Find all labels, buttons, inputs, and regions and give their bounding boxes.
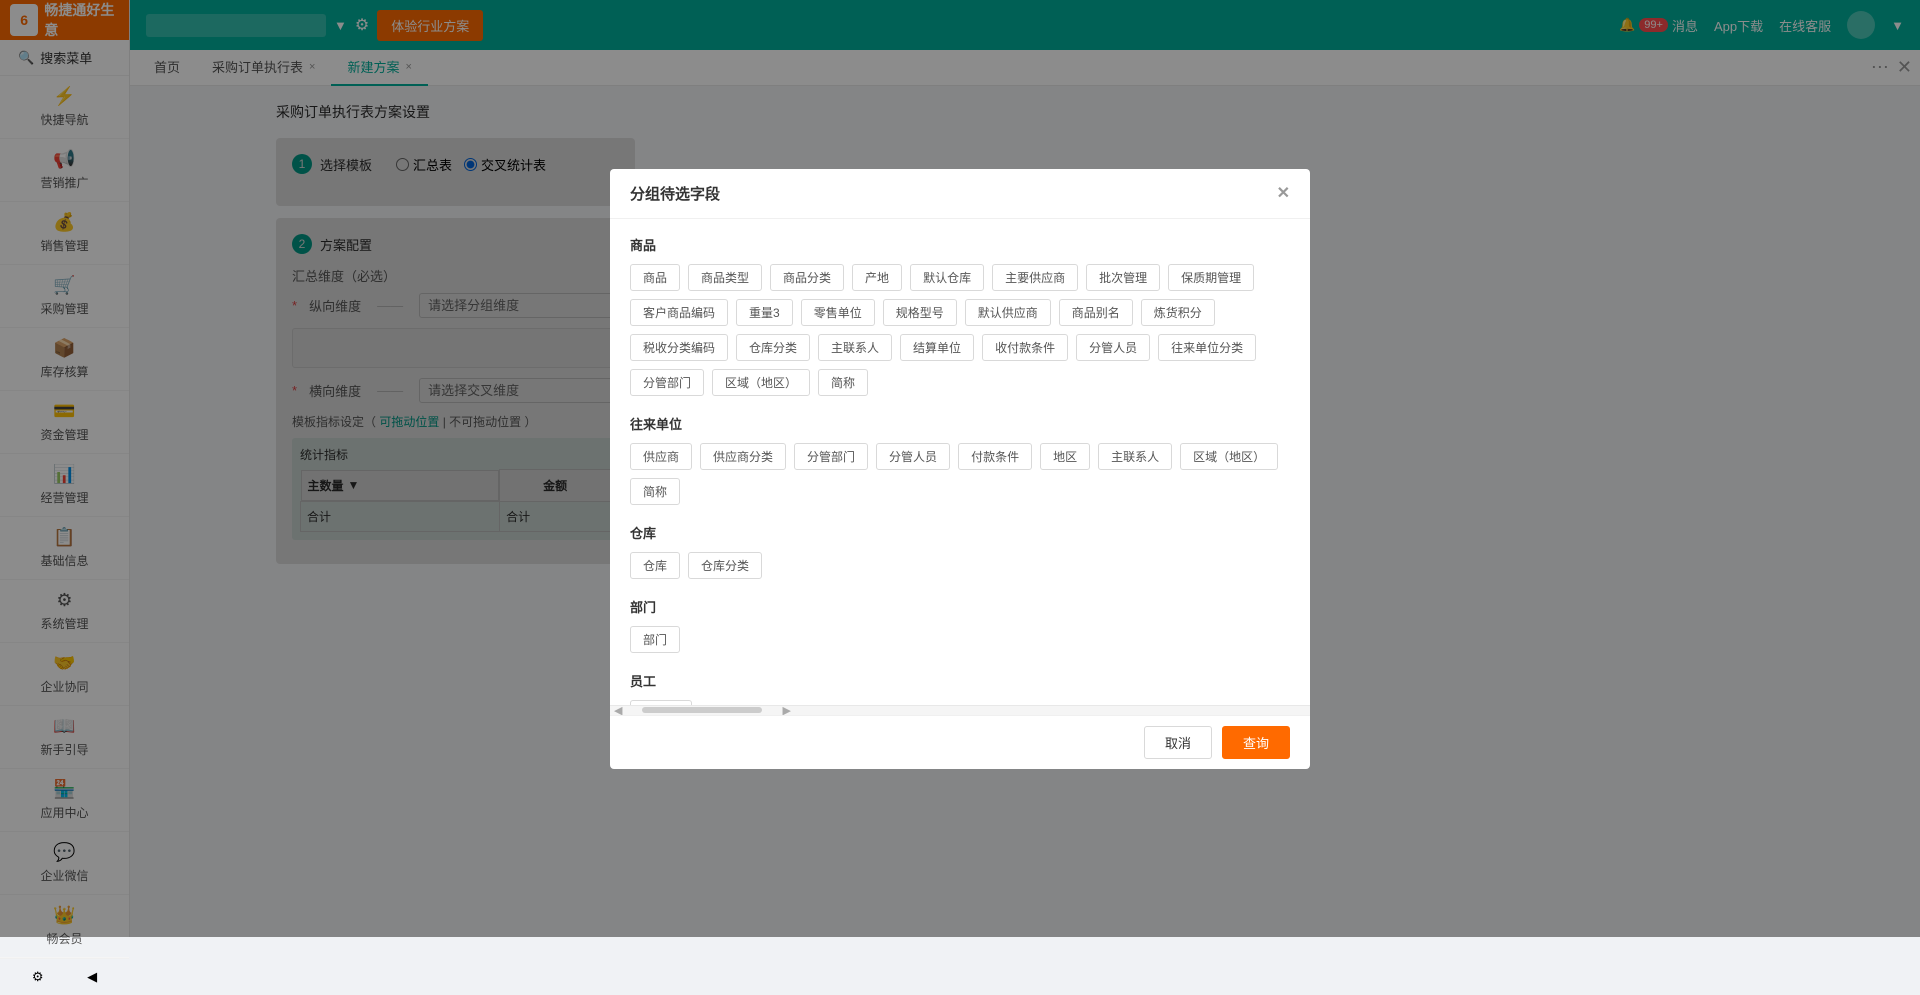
collapse-icon[interactable]: ◀ <box>87 969 97 985</box>
field-tag-primary-contact[interactable]: 主联系人 <box>1098 443 1172 470</box>
field-tag-settlement-unit[interactable]: 结算单位 <box>900 334 974 361</box>
field-tag-supplier[interactable]: 供应商 <box>630 443 692 470</box>
field-tag-refine-points[interactable]: 炼货积分 <box>1141 299 1215 326</box>
field-tag-warehouse-cat[interactable]: 仓库分类 <box>688 552 762 579</box>
field-tag-goods[interactable]: 商品 <box>630 264 680 291</box>
field-tag-tax-code[interactable]: 税收分类编码 <box>630 334 728 361</box>
field-tag-supplier-category[interactable]: 供应商分类 <box>700 443 786 470</box>
modal-overlay: 分组待选字段 ✕ 商品 商品 商品类型 商品分类 产地 默认仓库 主要供应商 批… <box>0 0 1920 937</box>
field-tag-goods-alias[interactable]: 商品别名 <box>1059 299 1133 326</box>
field-tag-spec-model[interactable]: 规格型号 <box>883 299 957 326</box>
field-tag-manager[interactable]: 分管人员 <box>1076 334 1150 361</box>
section-goods: 商品 商品 商品类型 商品分类 产地 默认仓库 主要供应商 批次管理 保质期管理… <box>630 235 1290 396</box>
section-partner-title: 往来单位 <box>630 414 1290 433</box>
field-tag-batch-mgmt[interactable]: 批次管理 <box>1086 264 1160 291</box>
field-tag-area[interactable]: 地区 <box>1040 443 1090 470</box>
field-tag-main-supplier[interactable]: 主要供应商 <box>992 264 1078 291</box>
field-tag-department[interactable]: 部门 <box>630 626 680 653</box>
field-tag-region2[interactable]: 区域（地区） <box>1180 443 1278 470</box>
field-select-modal: 分组待选字段 ✕ 商品 商品 商品类型 商品分类 产地 默认仓库 主要供应商 批… <box>610 169 1310 769</box>
section-warehouse-title: 仓库 <box>630 523 1290 542</box>
settings-bottom-icon[interactable]: ⚙ <box>32 969 44 985</box>
field-tag-payment-conditions[interactable]: 收付款条件 <box>982 334 1068 361</box>
section-department: 部门 部门 <box>630 597 1290 653</box>
sidebar-bottom: ⚙ ◀ <box>0 958 129 995</box>
field-tag-dept[interactable]: 分管部门 <box>630 369 704 396</box>
section-employee-title: 员工 <box>630 671 1290 690</box>
section-department-title: 部门 <box>630 597 1290 616</box>
field-tag-warehouse[interactable]: 仓库 <box>630 552 680 579</box>
field-tag-region[interactable]: 区域（地区） <box>712 369 810 396</box>
modal-header: 分组待选字段 ✕ <box>610 169 1310 219</box>
field-tag-goods-type[interactable]: 商品类型 <box>688 264 762 291</box>
field-tag-abbr[interactable]: 简称 <box>818 369 868 396</box>
modal-body: 商品 商品 商品类型 商品分类 产地 默认仓库 主要供应商 批次管理 保质期管理… <box>610 219 1310 705</box>
field-tag-default-warehouse[interactable]: 默认仓库 <box>910 264 984 291</box>
field-tag-warehouse-category[interactable]: 仓库分类 <box>736 334 810 361</box>
field-tag-origin[interactable]: 产地 <box>852 264 902 291</box>
field-tag-abbr2[interactable]: 简称 <box>630 478 680 505</box>
section-partner: 往来单位 供应商 供应商分类 分管部门 分管人员 付款条件 地区 主联系人 区域… <box>630 414 1290 505</box>
section-goods-tags: 商品 商品类型 商品分类 产地 默认仓库 主要供应商 批次管理 保质期管理 客户… <box>630 264 1290 396</box>
modal-title: 分组待选字段 <box>630 183 720 204</box>
hscroll-thumb[interactable] <box>642 707 762 713</box>
modal-footer: 取消 查询 <box>610 715 1310 769</box>
field-tag-expiry-mgmt[interactable]: 保质期管理 <box>1168 264 1254 291</box>
field-tag-manage-dept[interactable]: 分管部门 <box>794 443 868 470</box>
field-tag-main-contact[interactable]: 主联系人 <box>818 334 892 361</box>
field-tag-default-supplier[interactable]: 默认供应商 <box>965 299 1051 326</box>
section-partner-tags: 供应商 供应商分类 分管部门 分管人员 付款条件 地区 主联系人 区域（地区） … <box>630 443 1290 505</box>
field-tag-customer-code[interactable]: 客户商品编码 <box>630 299 728 326</box>
field-tag-retail-unit[interactable]: 零售单位 <box>801 299 875 326</box>
modal-confirm-button[interactable]: 查询 <box>1222 726 1290 759</box>
field-tag-goods-category[interactable]: 商品分类 <box>770 264 844 291</box>
field-tag-weight3[interactable]: 重量3 <box>736 299 793 326</box>
modal-horizontal-scrollbar[interactable]: ◀ ▶ <box>610 705 1310 715</box>
modal-close-button[interactable]: ✕ <box>1277 183 1290 203</box>
section-department-tags: 部门 <box>630 626 1290 653</box>
section-employee: 员工 业务员 <box>630 671 1290 705</box>
section-warehouse: 仓库 仓库 仓库分类 <box>630 523 1290 579</box>
field-tag-payment-terms[interactable]: 付款条件 <box>958 443 1032 470</box>
section-warehouse-tags: 仓库 仓库分类 <box>630 552 1290 579</box>
section-goods-title: 商品 <box>630 235 1290 254</box>
field-tag-manage-person[interactable]: 分管人员 <box>876 443 950 470</box>
field-tag-partner-category[interactable]: 往来单位分类 <box>1158 334 1256 361</box>
modal-cancel-button[interactable]: 取消 <box>1144 726 1212 759</box>
